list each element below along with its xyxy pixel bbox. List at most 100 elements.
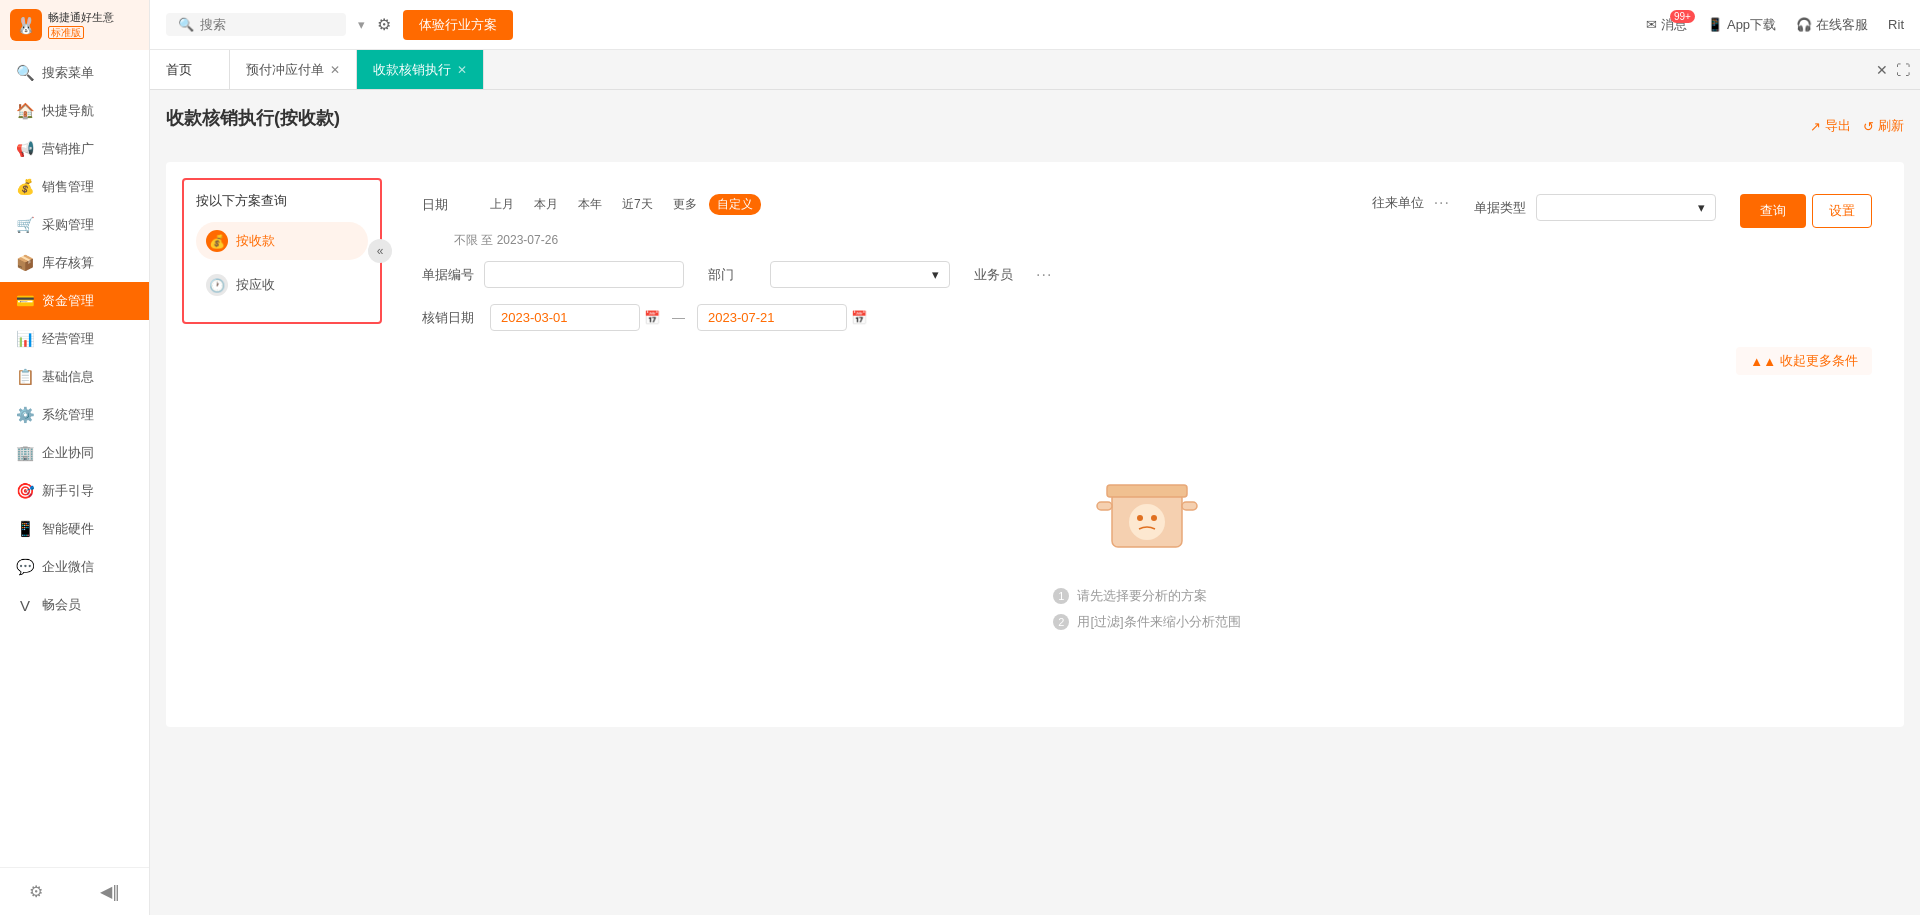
home-tab-label: 首页 [166,61,192,79]
nav-label-member: 畅会员 [42,596,81,614]
close-receipt-tab-icon[interactable]: ✕ [457,63,467,77]
filter-by-receivable[interactable]: 🕐 按应收 [196,266,368,304]
sidebar-item-search-menu[interactable]: 🔍 搜索菜单 [0,54,149,92]
app-name: 畅捷通好生意 [48,10,114,24]
search-bar[interactable]: 🔍 [166,13,346,36]
dept-select[interactable]: ▾ [770,261,950,288]
calendar-end-icon[interactable]: 📅 [851,310,867,325]
sidebar-item-business[interactable]: 📊 经营管理 [0,320,149,358]
user-name: Rit [1888,17,1904,32]
filter-receipt-label: 按收款 [236,232,275,250]
logo-area: 🐰 畅捷通好生意 标准版 [0,0,149,50]
collapse-more-row: ▲▲ 收起更多条件 [422,343,1872,387]
settings-icon[interactable]: ⚙ [23,876,49,907]
page-content: 收款核销执行(按收款) ↗ 导出 ↺ 刷新 按以下方案查询 💰 按收款 [150,90,1920,915]
bill-type-label: 单据类型 [1474,199,1530,217]
filter-panel: 按以下方案查询 💰 按收款 🕐 按应收 « [182,178,382,324]
partner-input-dots[interactable]: ··· [1434,194,1450,212]
nav-label-wechat: 企业微信 [42,558,94,576]
tip-num-2: 2 [1053,614,1069,630]
expand-window-icon[interactable]: ⛶ [1896,62,1910,78]
sidebar-item-sales[interactable]: 💰 销售管理 [0,168,149,206]
search-input[interactable] [200,17,320,32]
main-area: 🔍 ▾ ⚙ 体验行业方案 ✉ 消息 99+ 📱 App下载 🎧 在线客服 Rit [150,0,1920,915]
refresh-label: 刷新 [1878,117,1904,135]
page-action-buttons: ↗ 导出 ↺ 刷新 [1810,117,1904,135]
tabbar: 首页 预付冲应付单 ✕ 收款核销执行 ✕ ✕ ⛶ [150,50,1920,90]
user-area[interactable]: Rit [1888,17,1904,32]
export-label: 导出 [1825,117,1851,135]
close-prepay-tab-icon[interactable]: ✕ [330,63,340,77]
message-button[interactable]: ✉ 消息 99+ [1646,16,1687,34]
query-buttons: 查询 设置 [1740,194,1872,228]
last-month-btn[interactable]: 上月 [482,194,522,215]
nav-icon-search-menu: 🔍 [16,64,34,82]
this-year-btn[interactable]: 本年 [570,194,610,215]
sidebar-item-basic-info[interactable]: 📋 基础信息 [0,358,149,396]
sidebar-item-hardware[interactable]: 📱 智能硬件 [0,510,149,548]
calendar-start-icon[interactable]: 📅 [644,310,660,325]
query-area: 日期 上月 本月 本年 近7天 更多 自定义 往来单位 ··· [406,178,1888,711]
sidebar-item-member[interactable]: V 畅会员 [0,586,149,624]
filter-by-receipt[interactable]: 💰 按收款 [196,222,368,260]
solution-button[interactable]: 体验行业方案 [403,10,513,40]
nav-label-fund: 资金管理 [42,292,94,310]
search-dropdown-icon[interactable]: ▾ [358,17,365,32]
bill-number-label: 单据编号 [422,266,478,284]
nav-icon-fund: 💳 [16,292,34,310]
bill-number-input[interactable] [484,261,684,288]
sidebar-item-guide[interactable]: 🎯 新手引导 [0,472,149,510]
dept-filter: 部门 ▾ [708,261,950,288]
sidebar-item-inventory[interactable]: 📦 库存核算 [0,244,149,282]
tab-prepay[interactable]: 预付冲应付单 ✕ [230,50,357,89]
prepay-tab-label: 预付冲应付单 [246,61,324,79]
collapse-more-label: 收起更多条件 [1780,352,1858,370]
app-download-button[interactable]: 📱 App下载 [1707,16,1776,34]
nav-label-sales: 销售管理 [42,178,94,196]
verify-date-end-input[interactable] [697,304,847,331]
sidebar-item-purchase[interactable]: 🛒 采购管理 [0,206,149,244]
date-range-sub: 不限 至 2023-07-26 [422,232,1872,249]
settings-gear-icon[interactable]: ⚙ [377,15,391,34]
filter-collapse-button[interactable]: « [368,239,392,263]
this-month-btn[interactable]: 本月 [526,194,566,215]
collapse-more-button[interactable]: ▲▲ 收起更多条件 [1736,347,1872,375]
date-separator: — [672,310,685,325]
sidebar-item-wechat[interactable]: 💬 企业微信 [0,548,149,586]
online-service-button[interactable]: 🎧 在线客服 [1796,16,1868,34]
app-download-label: App下载 [1727,16,1776,34]
export-button[interactable]: ↗ 导出 [1810,117,1851,135]
nav-label-basic-info: 基础信息 [42,368,94,386]
bill-type-select[interactable]: ▾ [1536,194,1716,221]
tip-text-2: 用[过滤]条件来缩小分析范围 [1077,609,1240,635]
collapse-sidebar-icon[interactable]: ◀‖ [94,876,126,907]
headset-icon: 🎧 [1796,17,1812,32]
last-7-days-btn[interactable]: 近7天 [614,194,661,215]
sidebar-item-quick-nav[interactable]: 🏠 快捷导航 [0,92,149,130]
filter-receipt-icon: 💰 [206,230,228,252]
tab-receipt[interactable]: 收款核销执行 ✕ [357,50,484,89]
more-date-btn[interactable]: 更多 [665,194,705,215]
sidebar-item-enterprise[interactable]: 🏢 企业协同 [0,434,149,472]
query-button[interactable]: 查询 [1740,194,1806,228]
svg-rect-6 [1182,502,1197,510]
sidebar-item-system[interactable]: ⚙️ 系统管理 [0,396,149,434]
tab-home[interactable]: 首页 [150,50,230,89]
refresh-button[interactable]: ↺ 刷新 [1863,117,1904,135]
svg-rect-5 [1097,502,1112,510]
service-label: 在线客服 [1816,16,1868,34]
close-window-icon[interactable]: ✕ [1876,62,1888,78]
verify-date-start-input[interactable] [490,304,640,331]
filter-receivable-icon: 🕐 [206,274,228,296]
settings-button[interactable]: 设置 [1812,194,1872,228]
sidebar-item-fund[interactable]: 💳 资金管理 [0,282,149,320]
partner-label: 往来单位 [1372,194,1428,212]
topbar-right: ✉ 消息 99+ 📱 App下载 🎧 在线客服 Rit [1646,16,1904,34]
verify-date-end-wrapper: 📅 [697,304,867,331]
empty-illustration [1087,447,1207,567]
sidebar-item-marketing[interactable]: 📢 营销推广 [0,130,149,168]
staff-input-dots[interactable]: ··· [1036,266,1052,284]
custom-date-btn[interactable]: 自定义 [709,194,761,215]
nav-icon-sales: 💰 [16,178,34,196]
nav-icon-enterprise: 🏢 [16,444,34,462]
